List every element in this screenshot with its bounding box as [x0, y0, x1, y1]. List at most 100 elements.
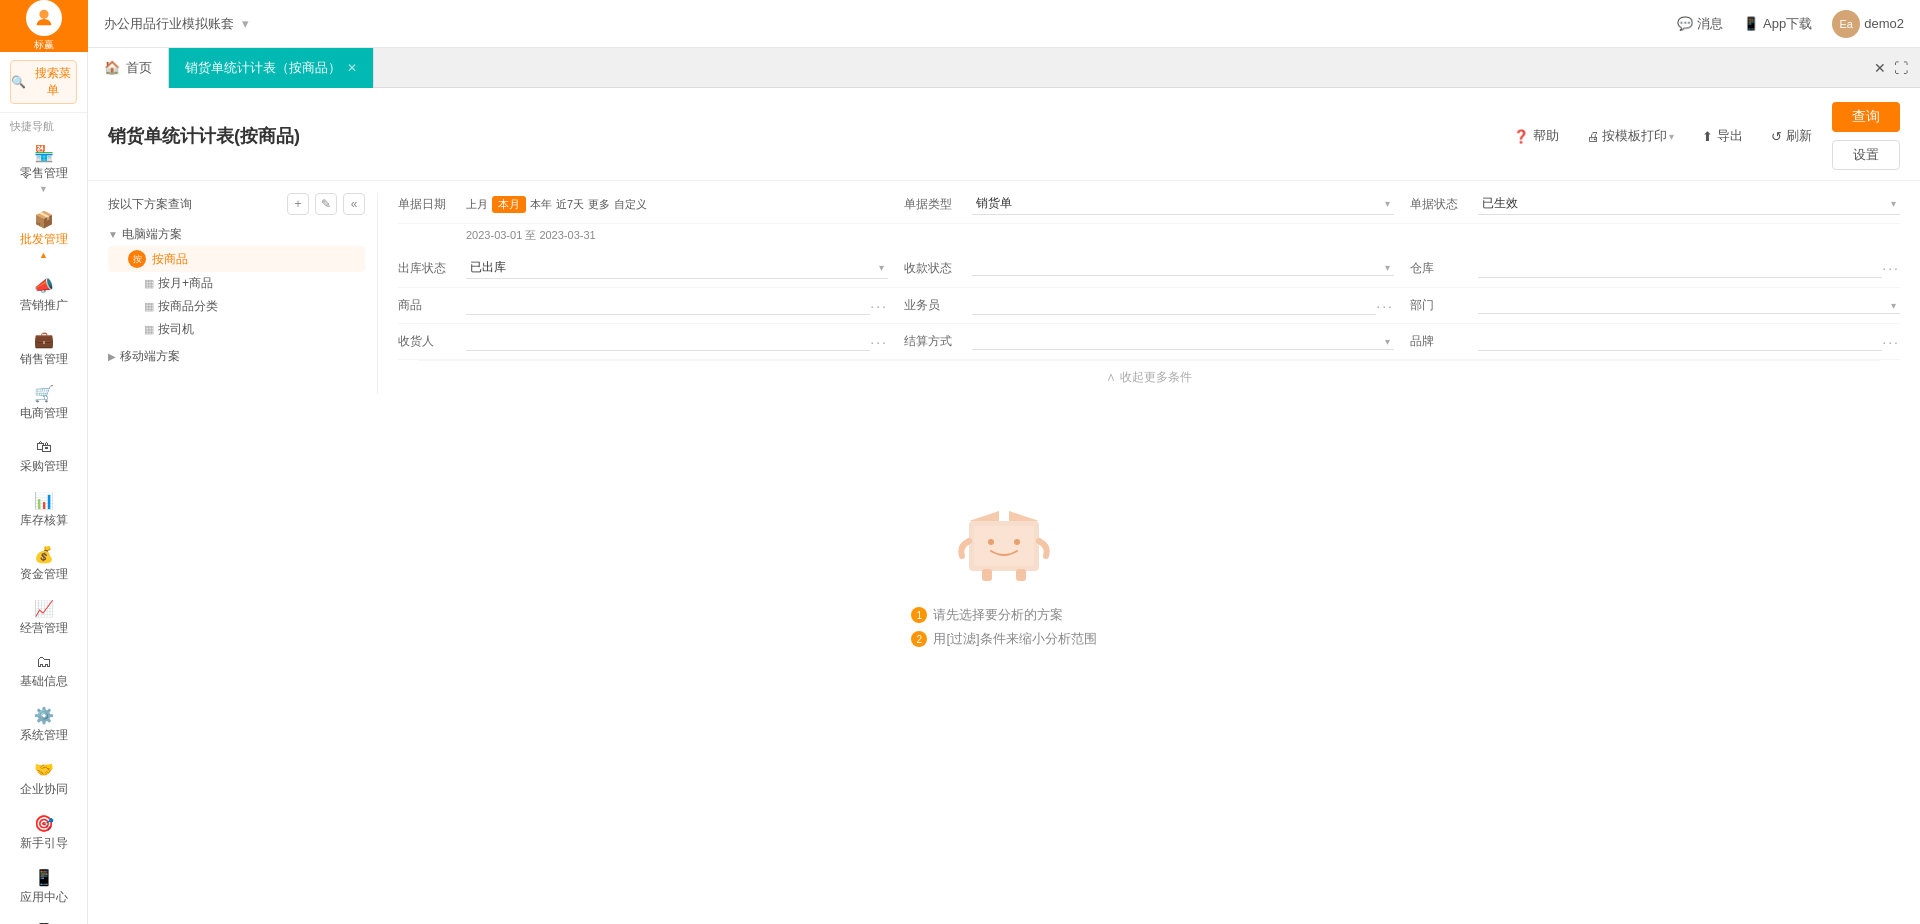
expand-icon[interactable]: ⛶ [1894, 60, 1908, 76]
date-option-last-month[interactable]: 上月 [466, 197, 488, 212]
user-menu[interactable]: Ea demo2 [1832, 10, 1904, 38]
sidebar-item-wechat[interactable]: 💬 企业微信 [0, 914, 87, 924]
dept-select[interactable]: ▾ [1478, 298, 1900, 314]
sidebar-item-basic[interactable]: 🗂 基础信息 [0, 645, 87, 698]
filter-settlement-cell: 结算方式 ▾ [904, 332, 1410, 351]
tip-text-1: 请先选择要分析的方案 [933, 606, 1063, 624]
tree-item-driver[interactable]: ▦ 按司机 [108, 318, 365, 341]
search-menu-button[interactable]: 🔍 搜索菜单 [10, 60, 77, 104]
sales-icon: 💼 [34, 330, 54, 349]
tree-group-mobile-label[interactable]: ▶ 移动端方案 [108, 345, 365, 368]
sidebar-item-marketing[interactable]: 📣 营销推广 [0, 268, 87, 322]
doc-status-select[interactable]: 已生效 ▾ [1478, 193, 1900, 215]
help-button[interactable]: ❓ 帮助 [1505, 123, 1567, 149]
sidebar-item-label: 销售管理 [20, 351, 68, 368]
doc-type-label: 单据类型 [904, 196, 964, 213]
out-status-select[interactable]: 已出库 ▾ [466, 257, 888, 279]
dropdown-arrow-icon[interactable]: ▾ [242, 16, 249, 31]
tree-item-category[interactable]: ▦ 按商品分类 [108, 295, 365, 318]
enterprise-icon: 🤝 [34, 760, 54, 779]
date-option-more[interactable]: 更多 [588, 197, 610, 212]
sidebar-item-purchase[interactable]: 🛍 采购管理 [0, 430, 87, 483]
refresh-icon: ↺ [1771, 129, 1782, 144]
salesman-input[interactable] [972, 296, 1376, 315]
tree-group-pc-label[interactable]: ▼ 电脑端方案 [108, 223, 365, 246]
message-label: 消息 [1697, 15, 1723, 33]
tip-num-1: 1 [911, 607, 927, 623]
collapse-filter-button[interactable]: ∧ 收起更多条件 [418, 360, 1880, 394]
avatar: Ea [1832, 10, 1860, 38]
settlement-select[interactable]: ▾ [972, 334, 1394, 350]
doc-type-select[interactable]: 销货单 ▾ [972, 193, 1394, 215]
sidebar-item-ecommerce[interactable]: 🛒 电商管理 [0, 376, 87, 430]
inventory-icon: 📊 [34, 491, 54, 510]
filter-collect-status-cell: 收款状态 ▾ [904, 257, 1410, 279]
app-title: 办公用品行业模拟账套 [104, 15, 234, 33]
goods-input[interactable] [466, 296, 870, 315]
message-button[interactable]: 💬 消息 [1677, 15, 1723, 33]
tree-item-month-goods[interactable]: ▦ 按月+商品 [108, 272, 365, 295]
receiver-more-icon[interactable]: ··· [870, 334, 888, 350]
salesman-more-icon[interactable]: ··· [1376, 298, 1394, 314]
export-label: 导出 [1717, 127, 1743, 145]
tree-item-icon: 按 [128, 250, 146, 268]
message-icon: 💬 [1677, 16, 1693, 31]
tip-num-2: 2 [911, 631, 927, 647]
sidebar-item-guide[interactable]: 🎯 新手引导 [0, 806, 87, 860]
dept-dropdown-icon: ▾ [1891, 300, 1896, 311]
svg-point-4 [1014, 539, 1020, 545]
tab-bar: 🏠 首页 销货单统计计表（按商品） ✕ ✕ ⛶ [88, 48, 1920, 88]
warehouse-label: 仓库 [1410, 260, 1470, 277]
sidebar-item-system[interactable]: ⚙️ 系统管理 [0, 698, 87, 752]
collect-status-select[interactable]: ▾ [972, 260, 1394, 276]
warehouse-input[interactable] [1478, 259, 1882, 278]
set-button[interactable]: 设置 [1832, 140, 1900, 170]
app-download-button[interactable]: 📱 App下载 [1743, 15, 1812, 33]
edit-scheme-button[interactable]: ✎ [315, 193, 337, 215]
sidebar-item-enterprise[interactable]: 🤝 企业协同 [0, 752, 87, 806]
filter-row-3: 商品 ··· 业务员 ··· 部门 [398, 288, 1900, 324]
sidebar: 标赢 🔍 搜索菜单 快捷导航 🏪 零售管理 ▼ 📦 批发管理 ▲ 📣 营销推广 … [0, 0, 88, 924]
sidebar-item-finance[interactable]: 💰 资金管理 [0, 537, 87, 591]
sidebar-item-retail[interactable]: 🏪 零售管理 ▼ [0, 136, 87, 202]
tab-close-button[interactable]: ✕ [347, 61, 357, 75]
close-all-icon[interactable]: ✕ [1874, 60, 1886, 76]
date-option-custom[interactable]: 自定义 [614, 197, 647, 212]
tab-report[interactable]: 销货单统计计表（按商品） ✕ [169, 48, 374, 88]
sidebar-item-operations[interactable]: 📈 经营管理 [0, 591, 87, 645]
date-option-this-year[interactable]: 本年 [530, 197, 552, 212]
export-button[interactable]: ⬆ 导出 [1694, 123, 1751, 149]
date-option-7days[interactable]: 近7天 [556, 197, 584, 212]
sidebar-item-inventory[interactable]: 📊 库存核算 [0, 483, 87, 537]
sidebar-item-appcenter[interactable]: 📱 应用中心 [0, 860, 87, 914]
page-title: 销货单统计计表(按商品) [108, 124, 300, 148]
brand-more-icon[interactable]: ··· [1882, 334, 1900, 350]
dept-label: 部门 [1410, 297, 1470, 314]
print-button[interactable]: 🖨 按模板打印 ▾ [1579, 123, 1682, 149]
query-button[interactable]: 查询 [1832, 102, 1900, 132]
filter-warehouse-cell: 仓库 ··· [1410, 257, 1900, 279]
arrow-right-icon: ▶ [108, 351, 116, 362]
tab-home[interactable]: 🏠 首页 [88, 48, 169, 88]
tree-subitem-icon2: ▦ [144, 300, 154, 313]
username-label: demo2 [1864, 16, 1904, 31]
page-header: 销货单统计计表(按商品) ❓ 帮助 🖨 按模板打印 ▾ ⬆ 导出 ↺ 刷新 [88, 88, 1920, 181]
sidebar-item-wholesale[interactable]: 📦 批发管理 ▲ [0, 202, 87, 268]
goods-more-icon[interactable]: ··· [870, 298, 888, 314]
sidebar-item-sales[interactable]: 💼 销售管理 [0, 322, 87, 376]
warehouse-more-icon[interactable]: ··· [1882, 260, 1900, 276]
add-scheme-button[interactable]: + [287, 193, 309, 215]
empty-tips: 1 请先选择要分析的方案 2 用[过滤]条件来缩小分析范围 [911, 606, 1096, 654]
tree-item-by-goods[interactable]: 按 按商品 [108, 246, 365, 272]
empty-tip-2: 2 用[过滤]条件来缩小分析范围 [911, 630, 1096, 648]
brand-input[interactable] [1478, 332, 1882, 351]
refresh-button[interactable]: ↺ 刷新 [1763, 123, 1820, 149]
filter-dept-cell: 部门 ▾ [1410, 296, 1900, 315]
receiver-input[interactable] [466, 332, 870, 351]
date-option-this-month[interactable]: 本月 [492, 196, 526, 213]
sidebar-item-label: 资金管理 [20, 566, 68, 583]
settlement-label: 结算方式 [904, 333, 964, 350]
collapse-scheme-button[interactable]: « [343, 193, 365, 215]
tip-text-2: 用[过滤]条件来缩小分析范围 [933, 630, 1096, 648]
marketing-icon: 📣 [34, 276, 54, 295]
